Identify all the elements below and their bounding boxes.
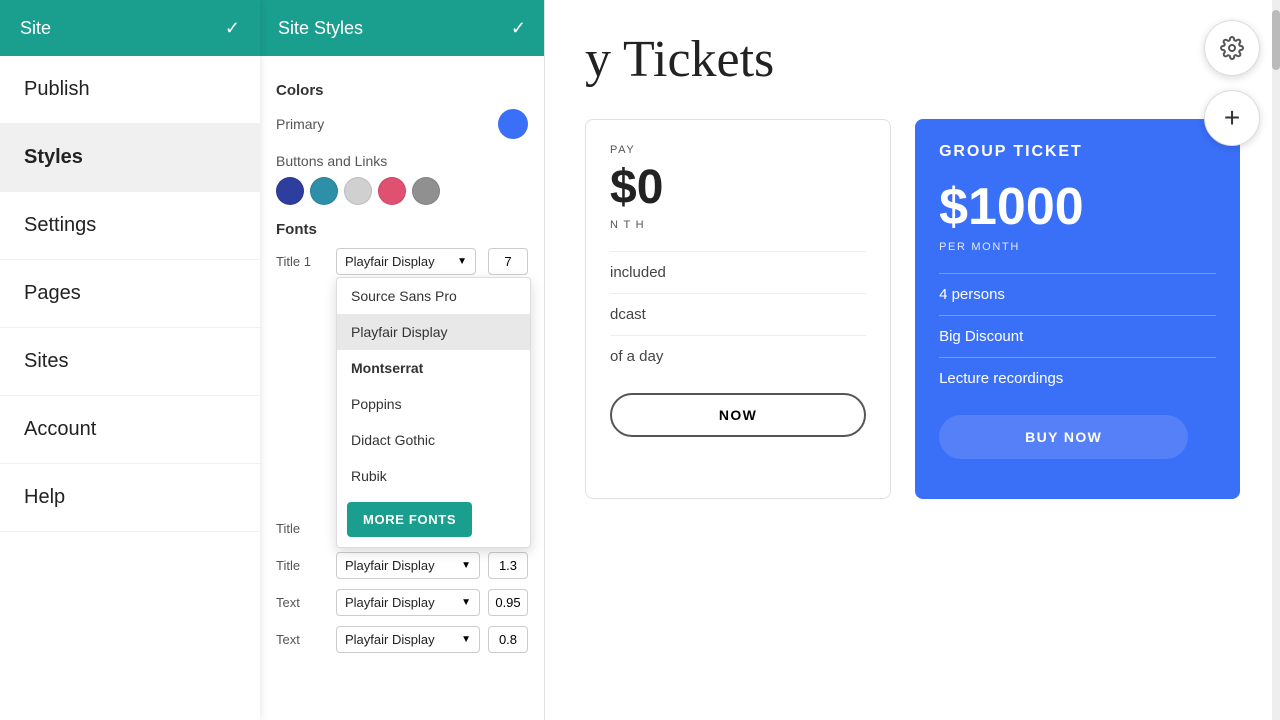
dropdown-item-source-sans-pro[interactable]: Source Sans Pro xyxy=(337,278,530,314)
dropdown-item-didact-gothic[interactable]: Didact Gothic xyxy=(337,422,530,458)
sidebar: Site ✓ Publish Styles Settings Pages Sit… xyxy=(0,0,260,720)
font-select-title3[interactable]: Playfair Display ▼ xyxy=(336,552,480,579)
styles-panel-title: Site Styles xyxy=(278,18,363,39)
scrollbar-track[interactable] xyxy=(1272,0,1280,720)
swatch-gray[interactable] xyxy=(412,177,440,205)
sidebar-item-settings[interactable]: Settings xyxy=(0,192,260,260)
dropdown-item-montserrat[interactable]: Montserrat xyxy=(337,350,530,386)
font-size-input-title3[interactable] xyxy=(488,552,528,579)
styles-panel-check-icon[interactable]: ✓ xyxy=(511,18,526,39)
standard-ticket-card: PAY $0 N T H included dcast of a day NOW xyxy=(585,119,891,499)
chevron-down-icon-4: ▼ xyxy=(461,597,471,608)
sidebar-nav: Publish Styles Settings Pages Sites Acco… xyxy=(0,56,260,532)
page-title: y Tickets xyxy=(585,30,1240,89)
standard-feature-3: of a day xyxy=(610,335,866,377)
font-row-text1-label: Text xyxy=(276,595,328,610)
sidebar-header: Site ✓ xyxy=(0,0,260,56)
plus-icon: + xyxy=(1224,104,1240,132)
group-ticket-feature-2: Big Discount xyxy=(939,315,1216,357)
styles-panel: Site Styles ✓ Colors Primary Buttons and… xyxy=(260,0,545,720)
font-row-title3-label: Title xyxy=(276,558,328,573)
font-select-text2[interactable]: Playfair Display ▼ xyxy=(336,626,480,653)
sidebar-item-sites[interactable]: Sites xyxy=(0,328,260,396)
font-row-text2-label: Text xyxy=(276,632,328,647)
group-ticket-card: GROUP TICKET $1000 PER MONTH 4 persons B… xyxy=(915,119,1240,499)
colors-section-label: Colors xyxy=(276,82,528,99)
group-ticket-price: $1000 xyxy=(939,177,1216,237)
group-ticket-per-month: PER MONTH xyxy=(939,241,1216,253)
more-fonts-button[interactable]: MORE FONTS xyxy=(347,502,472,537)
chevron-down-icon-5: ▼ xyxy=(461,634,471,645)
standard-per-label: PAY xyxy=(610,144,866,156)
fonts-section: Fonts Title 1 Playfair Display ▼ Source … xyxy=(276,221,528,653)
font-row-title1-label: Title 1 xyxy=(276,254,328,269)
dropdown-item-poppins[interactable]: Poppins xyxy=(337,386,530,422)
font-row-title3: Title Playfair Display ▼ xyxy=(276,552,528,579)
dropdown-item-rubik[interactable]: Rubik xyxy=(337,458,530,494)
group-ticket-title: GROUP TICKET xyxy=(939,143,1216,161)
tickets-container: PAY $0 N T H included dcast of a day NOW… xyxy=(585,119,1240,499)
font-select-title1[interactable]: Playfair Display ▼ Source Sans Pro Playf… xyxy=(336,248,476,275)
color-swatches xyxy=(276,177,528,205)
font-select-selected-title1: Playfair Display xyxy=(345,254,435,269)
font-size-input-text2[interactable] xyxy=(488,626,528,653)
page-content: y Tickets PAY $0 N T H included dcast of… xyxy=(545,0,1280,720)
font-select-text1[interactable]: Playfair Display ▼ xyxy=(336,589,480,616)
font-row-text1: Text Playfair Display ▼ xyxy=(276,589,528,616)
main-content: y Tickets PAY $0 N T H included dcast of… xyxy=(545,0,1280,720)
group-ticket-feature-1: 4 persons xyxy=(939,273,1216,315)
standard-buy-now-button[interactable]: NOW xyxy=(610,393,866,437)
chevron-down-icon: ▼ xyxy=(457,256,467,267)
font-row-title2-label: Title xyxy=(276,521,328,536)
font-select-display-title1[interactable]: Playfair Display ▼ xyxy=(336,248,476,275)
styles-panel-body: Colors Primary Buttons and Links Fonts T… xyxy=(260,56,544,681)
scrollbar-thumb[interactable] xyxy=(1272,10,1280,70)
font-select-selected-text2: Playfair Display xyxy=(345,632,435,647)
sidebar-item-publish[interactable]: Publish xyxy=(0,56,260,124)
primary-color-swatch[interactable] xyxy=(498,109,528,139)
font-dropdown-menu: Source Sans Pro Playfair Display Montser… xyxy=(336,277,531,548)
swatch-teal[interactable] xyxy=(310,177,338,205)
primary-color-row: Primary xyxy=(276,109,528,139)
sidebar-item-account[interactable]: Account xyxy=(0,396,260,464)
font-row-title1: Title 1 Playfair Display ▼ Source Sans P… xyxy=(276,248,528,275)
sidebar-item-help[interactable]: Help xyxy=(0,464,260,532)
swatch-light-gray[interactable] xyxy=(344,177,372,205)
fonts-section-label: Fonts xyxy=(276,221,528,238)
font-select-selected-title3: Playfair Display xyxy=(345,558,435,573)
dropdown-item-playfair-display[interactable]: Playfair Display xyxy=(337,314,530,350)
font-select-selected-text1: Playfair Display xyxy=(345,595,435,610)
sidebar-item-styles[interactable]: Styles xyxy=(0,124,260,192)
settings-fab[interactable] xyxy=(1204,20,1260,76)
group-buy-now-button[interactable]: BUY NOW xyxy=(939,415,1188,459)
standard-per-month: N T H xyxy=(610,219,866,231)
font-size-input-text1[interactable] xyxy=(488,589,528,616)
chevron-down-icon-3: ▼ xyxy=(461,560,471,571)
group-ticket-feature-3: Lecture recordings xyxy=(939,357,1216,399)
primary-color-label: Primary xyxy=(276,116,324,132)
swatch-dark-blue[interactable] xyxy=(276,177,304,205)
sidebar-check-icon[interactable]: ✓ xyxy=(225,18,240,39)
add-fab[interactable]: + xyxy=(1204,90,1260,146)
swatch-pink[interactable] xyxy=(378,177,406,205)
standard-price: $0 xyxy=(610,160,866,215)
standard-feature-1: included xyxy=(610,251,866,293)
styles-panel-header: Site Styles ✓ xyxy=(260,0,544,56)
sidebar-title: Site xyxy=(20,18,51,39)
sidebar-item-pages[interactable]: Pages xyxy=(0,260,260,328)
standard-feature-2: dcast xyxy=(610,293,866,335)
font-size-input-title1[interactable] xyxy=(488,248,528,275)
font-row-text2: Text Playfair Display ▼ xyxy=(276,626,528,653)
buttons-links-label: Buttons and Links xyxy=(276,153,528,169)
